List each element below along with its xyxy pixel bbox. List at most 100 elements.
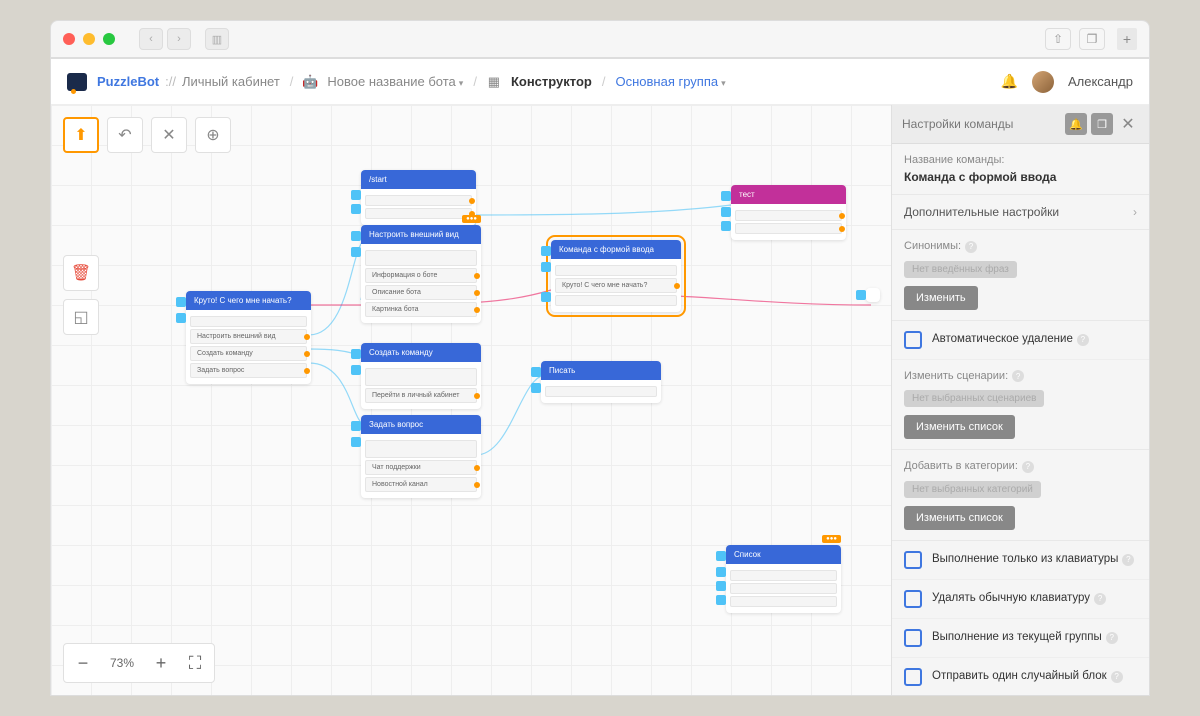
node-row[interactable] bbox=[190, 316, 307, 327]
new-tab-button[interactable]: + bbox=[1117, 28, 1137, 50]
input-port-icon[interactable] bbox=[176, 313, 186, 323]
copy-icon[interactable]: ❐ bbox=[1091, 113, 1113, 135]
close-panel-button[interactable]: ✕ bbox=[1117, 113, 1139, 135]
input-port-icon[interactable] bbox=[351, 349, 361, 359]
crumb-constructor[interactable]: Конструктор bbox=[511, 74, 592, 89]
check-delete-keyboard[interactable]: Удалять обычную клавиатуру? bbox=[892, 580, 1149, 619]
checkbox[interactable] bbox=[904, 668, 922, 686]
input-port-icon[interactable] bbox=[716, 595, 726, 605]
input-port-icon[interactable] bbox=[176, 297, 186, 307]
help-icon[interactable]: ? bbox=[1077, 334, 1089, 346]
node-row[interactable]: Настроить внешний вид bbox=[190, 329, 307, 344]
share-icon[interactable]: ⇧ bbox=[1045, 28, 1071, 50]
crumb-botname[interactable]: Новое название бота▾ bbox=[327, 74, 463, 89]
node-intro[interactable]: Круто! С чего мне начать? Настроить внеш… bbox=[186, 291, 311, 384]
close-window-icon[interactable] bbox=[63, 33, 75, 45]
crumb-group[interactable]: Основная группа▾ bbox=[615, 74, 725, 89]
checkbox[interactable] bbox=[904, 331, 922, 349]
input-port-icon[interactable] bbox=[541, 246, 551, 256]
edit-categories-button[interactable]: Изменить список bbox=[904, 506, 1015, 530]
input-port-icon[interactable] bbox=[351, 247, 361, 257]
checkbox[interactable] bbox=[904, 551, 922, 569]
help-icon[interactable]: ? bbox=[1111, 671, 1123, 683]
check-auto-delete[interactable]: Автоматическое удаление? bbox=[892, 321, 1149, 360]
help-icon[interactable]: ? bbox=[1022, 461, 1034, 473]
node-row[interactable] bbox=[365, 440, 477, 458]
add-node-button[interactable]: ⊕ bbox=[195, 117, 231, 153]
input-port-icon[interactable] bbox=[351, 365, 361, 375]
edit-scenario-button[interactable]: Изменить список bbox=[904, 415, 1015, 439]
node-row[interactable]: Перейти в личный кабинет bbox=[365, 388, 477, 403]
node-test[interactable]: тест bbox=[731, 185, 846, 240]
checkbox[interactable] bbox=[904, 590, 922, 608]
node-row[interactable] bbox=[730, 570, 837, 581]
input-port-icon[interactable] bbox=[531, 367, 541, 377]
node-row[interactable]: Круто! С чего мне начать? bbox=[555, 278, 677, 293]
help-icon[interactable]: ? bbox=[1012, 370, 1024, 382]
node-row[interactable] bbox=[735, 210, 842, 221]
input-port-icon[interactable] bbox=[716, 551, 726, 561]
avatar[interactable] bbox=[1032, 71, 1054, 93]
node-form[interactable]: Команда с формой ввода Круто! С чего мне… bbox=[551, 240, 681, 312]
notify-icon[interactable]: 🔔 bbox=[1065, 113, 1087, 135]
node-start[interactable]: /start bbox=[361, 170, 476, 225]
node-row[interactable] bbox=[365, 195, 472, 206]
node-appearance[interactable]: ●●● Настроить внешний вид Информация о б… bbox=[361, 225, 481, 323]
minimize-window-icon[interactable] bbox=[83, 33, 95, 45]
input-port-icon[interactable] bbox=[716, 581, 726, 591]
node-stub[interactable] bbox=[866, 288, 880, 302]
undo-button[interactable]: ↶ bbox=[107, 117, 143, 153]
node-row[interactable] bbox=[735, 223, 842, 234]
back-button[interactable]: ‹ bbox=[139, 28, 163, 50]
input-port-icon[interactable] bbox=[351, 190, 361, 200]
input-port-icon[interactable] bbox=[716, 567, 726, 577]
brand-name[interactable]: PuzzleBot bbox=[97, 74, 159, 89]
crumb-personal[interactable]: Личный кабинет bbox=[182, 74, 280, 89]
input-port-icon[interactable] bbox=[856, 290, 866, 300]
node-row[interactable] bbox=[365, 250, 477, 266]
upload-button[interactable]: ⬆ bbox=[63, 117, 99, 153]
input-port-icon[interactable] bbox=[531, 383, 541, 393]
fullscreen-button[interactable]: ⛶ bbox=[180, 648, 210, 678]
node-ask[interactable]: Задать вопрос Чат поддержки Новостной ка… bbox=[361, 415, 481, 498]
additional-settings-toggle[interactable]: Дополнительные настройки › bbox=[892, 195, 1149, 230]
input-port-icon[interactable] bbox=[721, 191, 731, 201]
forward-button[interactable]: › bbox=[167, 28, 191, 50]
input-port-icon[interactable] bbox=[541, 292, 551, 302]
node-row[interactable]: Картинка бота bbox=[365, 302, 477, 317]
help-icon[interactable]: ? bbox=[1094, 593, 1106, 605]
sidebar-toggle-icon[interactable]: ▥ bbox=[205, 28, 229, 50]
check-keyboard-only[interactable]: Выполнение только из клавиатуры? bbox=[892, 541, 1149, 580]
input-port-icon[interactable] bbox=[351, 231, 361, 241]
cancel-button[interactable]: ✕ bbox=[151, 117, 187, 153]
node-row[interactable] bbox=[555, 295, 677, 306]
input-port-icon[interactable] bbox=[351, 421, 361, 431]
input-port-icon[interactable] bbox=[541, 262, 551, 272]
zoom-in-button[interactable]: + bbox=[146, 648, 176, 678]
node-row[interactable] bbox=[365, 208, 472, 219]
username[interactable]: Александр bbox=[1068, 74, 1133, 89]
help-icon[interactable]: ? bbox=[1106, 632, 1118, 644]
name-value[interactable]: Команда с формой ввода bbox=[904, 170, 1137, 184]
node-row[interactable] bbox=[730, 583, 837, 594]
help-icon[interactable]: ? bbox=[1122, 554, 1134, 566]
node-create[interactable]: Создать команду Перейти в личный кабинет bbox=[361, 343, 481, 409]
node-row[interactable]: Создать команду bbox=[190, 346, 307, 361]
delete-button[interactable]: 🗑 bbox=[63, 255, 99, 291]
node-row[interactable] bbox=[730, 596, 837, 607]
checkbox[interactable] bbox=[904, 629, 922, 647]
node-row[interactable]: Задать вопрос bbox=[190, 363, 307, 378]
check-random-block[interactable]: Отправить один случайный блок? bbox=[892, 658, 1149, 696]
check-from-group[interactable]: Выполнение из текущей группы? bbox=[892, 619, 1149, 658]
maximize-window-icon[interactable] bbox=[103, 33, 115, 45]
help-icon[interactable]: ? bbox=[965, 241, 977, 253]
node-row[interactable] bbox=[545, 386, 657, 397]
canvas[interactable]: ⬆ ↶ ✕ ⊕ 🗑 ◱ − 73% + ⛶ bbox=[51, 105, 891, 695]
tabs-icon[interactable]: ❐ bbox=[1079, 28, 1105, 50]
node-row[interactable] bbox=[555, 265, 677, 276]
zoom-out-button[interactable]: − bbox=[68, 648, 98, 678]
input-port-icon[interactable] bbox=[721, 221, 731, 231]
notifications-icon[interactable]: 🔔 bbox=[1001, 73, 1018, 90]
node-row[interactable]: Описание бота bbox=[365, 285, 477, 300]
node-row[interactable] bbox=[365, 368, 477, 386]
